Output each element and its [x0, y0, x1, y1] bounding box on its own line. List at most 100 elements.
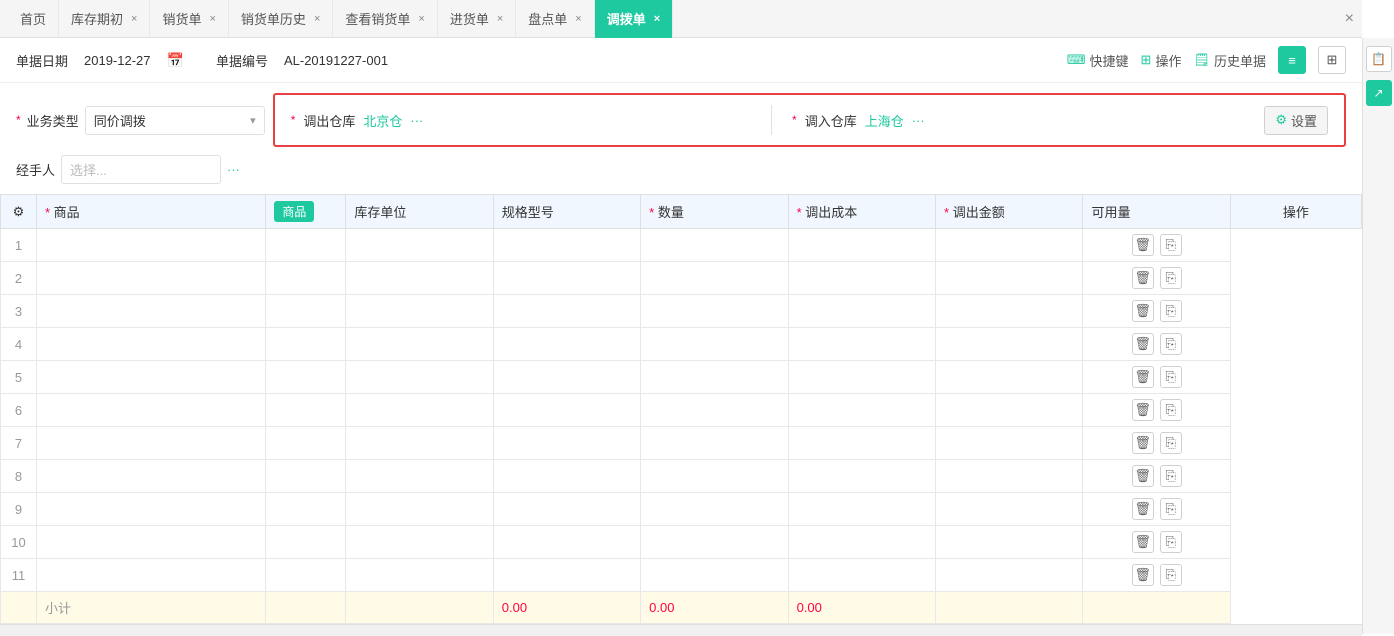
tab-close-stocktake[interactable]: ×: [575, 13, 581, 25]
cost-cell[interactable]: [641, 493, 788, 526]
th-gear[interactable]: ⚙: [1, 195, 37, 229]
tab-sales-order[interactable]: 销货单 ×: [150, 0, 228, 38]
qty-cell[interactable]: [493, 427, 640, 460]
delete-icon[interactable]: 🗑: [1132, 531, 1154, 553]
tab-close-sales-history[interactable]: ×: [314, 13, 320, 25]
notes-button[interactable]: 📋: [1366, 46, 1392, 72]
tab-sales-history[interactable]: 销货单历史 ×: [229, 0, 333, 38]
product-cell[interactable]: [37, 394, 266, 427]
cost-cell[interactable]: [641, 526, 788, 559]
delete-icon[interactable]: 🗑: [1132, 564, 1154, 586]
product-cell[interactable]: [37, 262, 266, 295]
history-button[interactable]: 🗒 历史单据: [1193, 51, 1266, 70]
copy-icon[interactable]: ⎘: [1160, 531, 1182, 553]
copy-icon[interactable]: ⎘: [1160, 432, 1182, 454]
cost-cell[interactable]: [641, 361, 788, 394]
product-cell[interactable]: [37, 427, 266, 460]
product-cell[interactable]: [37, 361, 266, 394]
tab-initial-stock[interactable]: 库存期初 ×: [59, 0, 150, 38]
delete-icon[interactable]: 🗑: [1132, 333, 1154, 355]
scan-button[interactable]: 商品: [274, 201, 314, 222]
product-cell[interactable]: [37, 229, 266, 262]
grid-view-button[interactable]: ⊞: [1318, 46, 1346, 74]
tab-close-sales-order[interactable]: ×: [209, 13, 215, 25]
settings-button[interactable]: ⚙ 设置: [1264, 106, 1328, 135]
copy-icon[interactable]: ⎘: [1160, 564, 1182, 586]
amount-cell[interactable]: [788, 493, 935, 526]
tab-close-transfer[interactable]: ×: [654, 13, 660, 25]
product-cell[interactable]: [37, 526, 266, 559]
copy-icon[interactable]: ⎘: [1160, 498, 1182, 520]
handler-more[interactable]: ···: [227, 162, 240, 177]
tab-view-sales[interactable]: 查看销货单 ×: [333, 0, 437, 38]
window-close-button[interactable]: ×: [1345, 10, 1354, 28]
copy-icon[interactable]: ⎘: [1160, 465, 1182, 487]
copy-icon[interactable]: ⎘: [1160, 399, 1182, 421]
cost-cell[interactable]: [641, 262, 788, 295]
tab-close-initial-stock[interactable]: ×: [131, 13, 137, 25]
tab-purchase-order[interactable]: 进货单 ×: [438, 0, 516, 38]
cost-cell[interactable]: [641, 427, 788, 460]
product-cell[interactable]: [37, 460, 266, 493]
qty-cell[interactable]: [493, 460, 640, 493]
qty-cell[interactable]: [493, 394, 640, 427]
tab-transfer[interactable]: 调拨单 ×: [595, 0, 673, 38]
cost-cell[interactable]: [641, 460, 788, 493]
copy-icon[interactable]: ⎘: [1160, 234, 1182, 256]
amount-cell[interactable]: [788, 427, 935, 460]
copy-icon[interactable]: ⎘: [1160, 300, 1182, 322]
delete-icon[interactable]: 🗑: [1132, 267, 1154, 289]
tab-stocktake[interactable]: 盘点单 ×: [516, 0, 594, 38]
amount-cell[interactable]: [788, 460, 935, 493]
amount-cell[interactable]: [788, 361, 935, 394]
source-warehouse-more[interactable]: ···: [410, 113, 423, 128]
amount-cell[interactable]: [788, 229, 935, 262]
amount-cell[interactable]: [788, 559, 935, 592]
cost-cell[interactable]: [641, 229, 788, 262]
delete-icon[interactable]: 🗑: [1132, 432, 1154, 454]
tab-close-purchase[interactable]: ×: [497, 13, 503, 25]
delete-icon[interactable]: 🗑: [1132, 366, 1154, 388]
amount-cell[interactable]: [788, 526, 935, 559]
delete-icon[interactable]: 🗑: [1132, 399, 1154, 421]
delete-icon[interactable]: 🗑: [1132, 300, 1154, 322]
amount-cell[interactable]: [788, 295, 935, 328]
copy-icon[interactable]: ⎘: [1160, 366, 1182, 388]
product-cell[interactable]: [37, 493, 266, 526]
qty-cell[interactable]: [493, 493, 640, 526]
cost-cell[interactable]: [641, 328, 788, 361]
product-cell[interactable]: [37, 559, 266, 592]
export-button[interactable]: ↗: [1366, 80, 1392, 106]
list-view-button[interactable]: ≡: [1278, 46, 1306, 74]
shortcuts-button[interactable]: ⌨ 快捷键: [1067, 51, 1129, 70]
cost-cell[interactable]: [641, 295, 788, 328]
product-cell[interactable]: [37, 328, 266, 361]
qty-cell[interactable]: [493, 328, 640, 361]
product-cell[interactable]: [37, 295, 266, 328]
qty-cell[interactable]: [493, 229, 640, 262]
operations-button[interactable]: ⊞ 操作: [1141, 51, 1182, 70]
qty-cell[interactable]: [493, 295, 640, 328]
delete-icon[interactable]: 🗑: [1132, 234, 1154, 256]
delete-icon[interactable]: 🗑: [1132, 465, 1154, 487]
tab-home[interactable]: 首页: [8, 0, 59, 38]
calendar-icon[interactable]: 📅: [167, 52, 184, 69]
handler-select[interactable]: 选择...: [61, 155, 221, 184]
copy-icon[interactable]: ⎘: [1160, 333, 1182, 355]
cost-cell[interactable]: [641, 394, 788, 427]
qty-cell[interactable]: [493, 526, 640, 559]
amount-cell[interactable]: [788, 394, 935, 427]
target-warehouse-more[interactable]: ···: [912, 113, 925, 128]
table-row: 1 🗑 ⎘: [1, 229, 1362, 262]
copy-icon[interactable]: ⎘: [1160, 267, 1182, 289]
qty-cell[interactable]: [493, 559, 640, 592]
horizontal-scrollbar[interactable]: [0, 624, 1362, 636]
cost-cell[interactable]: [641, 559, 788, 592]
amount-cell[interactable]: [788, 328, 935, 361]
business-type-select[interactable]: 同价调拨 ▾: [85, 106, 265, 135]
tab-close-view-sales[interactable]: ×: [418, 13, 424, 25]
qty-cell[interactable]: [493, 262, 640, 295]
amount-cell[interactable]: [788, 262, 935, 295]
qty-cell[interactable]: [493, 361, 640, 394]
delete-icon[interactable]: 🗑: [1132, 498, 1154, 520]
